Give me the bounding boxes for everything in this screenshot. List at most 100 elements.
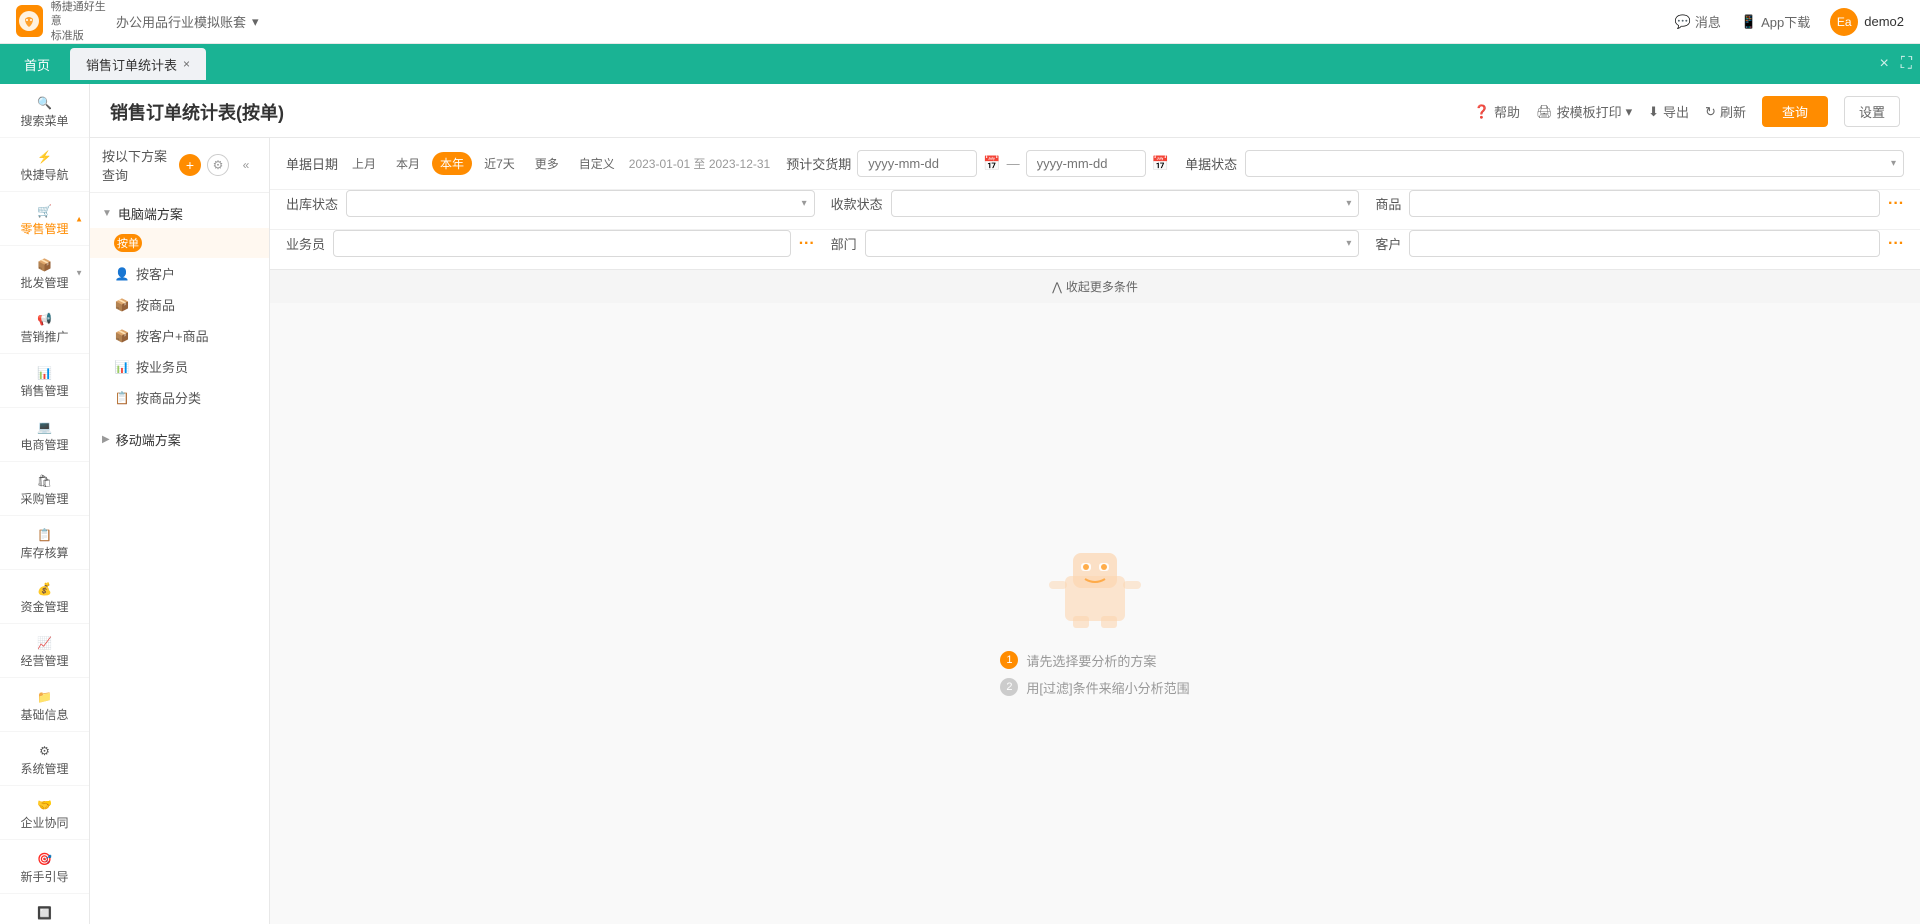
filter-row-2: 出库状态 ▾ 收款状态 [270,190,1920,230]
sidebar-item-appcenter[interactable]: 🔲 应用中心 [0,894,89,924]
query-btn[interactable]: 查询 [1762,96,1828,127]
scheme-settings-btn[interactable]: ⚙ [207,154,229,176]
dept-select-wrapper: ▾ [865,230,1360,257]
scheme-item-by-product[interactable]: 📦 按商品 [90,289,269,320]
sidebar-item-ecommerce[interactable]: 💻 电商管理 [0,408,89,462]
this-year-btn[interactable]: 本年 [432,152,472,175]
last-month-btn[interactable]: 上月 [344,152,384,175]
page-actions: ❓ 帮助 🖨 按模板打印 ▾ ⬇ 导出 ↻ 刷新 [1474,96,1900,127]
download-icon: 📱 [1741,14,1757,30]
sidebar-item-operations[interactable]: 📈 经营管理 [0,624,89,678]
tab-bar-right: × ⛶ [1879,55,1912,73]
this-month-btn[interactable]: 本月 [388,152,428,175]
collapse-more-btn[interactable]: ⋀ 收起更多条件 [270,270,1920,303]
mobile-scheme-header[interactable]: ▶ 移动端方案 [90,425,269,454]
system-icon: ⚙ [4,744,85,758]
sidebar-item-retail[interactable]: 🛒 零售管理 [0,192,89,246]
top-header: 畅捷通好生意 标准版 办公用品行业模拟账套 ▾ 💬 消息 📱 App下载 Ea … [0,0,1920,44]
product-input[interactable] [1409,190,1880,217]
more-date-btn[interactable]: 更多 [527,152,567,175]
print-arrow-icon: ▾ [1626,104,1633,120]
sidebar-label-wholesale: 批发管理 [4,274,85,291]
salesperson-input[interactable] [333,230,791,257]
app-download-btn[interactable]: 📱 App下载 [1741,12,1810,31]
salesperson-more-btn[interactable]: ··· [799,235,815,253]
help-btn[interactable]: ❓ 帮助 [1474,102,1520,121]
sidebar-item-sales[interactable]: 📊 销售管理 [0,354,89,408]
active-tab[interactable]: 销售订单统计表 × [70,48,206,80]
print-btn[interactable]: 🖨 按模板打印 ▾ [1536,102,1632,121]
sidebar-item-quicknav[interactable]: ⚡ 快捷导航 [0,138,89,192]
tip-number-2: 2 [1000,678,1018,696]
product-more-btn[interactable]: ··· [1888,195,1904,213]
sidebar-item-search[interactable]: 🔍 搜索菜单 [0,84,89,138]
sidebar: 🔍 搜索菜单 ⚡ 快捷导航 🛒 零售管理 📦 批发管理 📢 营销推广 📊 销售管… [0,84,90,924]
sidebar-label-retail: 零售管理 [4,220,85,237]
customer-scheme-label: 按客户 [136,264,175,283]
tab-expand-btn[interactable]: ⛶ [1901,55,1912,73]
split-container: 按以下方案查询 + ⚙ « ▼ 电脑端方案 [90,138,1920,924]
scheme-item-by-category[interactable]: 📋 按商品分类 [90,382,269,413]
sidebar-label-basic: 基础信息 [4,706,85,723]
category-scheme-label: 按商品分类 [136,388,201,407]
refresh-btn[interactable]: ↻ 刷新 [1705,102,1746,121]
header-right: 💬 消息 📱 App下载 Ea demo2 [1675,8,1904,36]
scheme-item-by-salesperson[interactable]: 📊 按业务员 [90,351,269,382]
expected-date-label: 预计交货期 [786,154,851,173]
sidebar-item-inventory[interactable]: 📋 库存核算 [0,516,89,570]
export-btn[interactable]: ⬇ 导出 [1648,102,1689,121]
sidebar-label-ecommerce: 电商管理 [4,436,85,453]
calendar-from-icon[interactable]: 📅 [983,155,1000,172]
purchase-icon: 🛍 [4,474,85,488]
sidebar-label-enterprise: 企业协同 [4,814,85,831]
desktop-scheme-header[interactable]: ▼ 电脑端方案 [90,199,269,228]
sidebar-item-enterprise[interactable]: 🤝 企业协同 [0,786,89,840]
customer-input[interactable] [1409,230,1880,257]
payment-status-select[interactable] [891,190,1360,217]
wholesale-icon: 📦 [4,258,85,272]
expected-date-from[interactable] [857,150,977,177]
sidebar-item-newbie[interactable]: 🎯 新手引导 [0,840,89,894]
collapse-arrow-icon: ⋀ [1052,280,1062,294]
calendar-to-icon[interactable]: 📅 [1152,155,1169,172]
scheme-add-btn[interactable]: + [179,154,201,176]
tab-close-btn[interactable]: × [183,57,190,71]
print-icon: 🖨 [1536,104,1553,120]
breadcrumb-area: 办公用品行业模拟账套 ▾ [106,12,1675,31]
sidebar-item-marketing[interactable]: 📢 营销推广 [0,300,89,354]
scheme-item-by-order[interactable]: 按单 [90,228,269,258]
sidebar-item-purchase[interactable]: 🛍 采购管理 [0,462,89,516]
enterprise-icon: 🤝 [4,798,85,812]
user-area[interactable]: Ea demo2 [1830,8,1904,36]
last7days-btn[interactable]: 近7天 [476,152,523,175]
settings-btn[interactable]: 设置 [1844,96,1900,127]
home-tab[interactable]: 首页 [8,48,66,80]
section-arrow-icon: ▼ [102,208,112,219]
sidebar-item-wholesale[interactable]: 📦 批发管理 [0,246,89,300]
sidebar-item-finance[interactable]: 💰 资金管理 [0,570,89,624]
sidebar-label-operations: 经营管理 [4,652,85,669]
expected-date-to[interactable] [1026,150,1146,177]
logo-icon [16,5,43,37]
custom-date-btn[interactable]: 自定义 [571,152,623,175]
breadcrumb-arrow-icon: ▾ [252,14,259,30]
scheme-collapse-btn[interactable]: « [235,154,257,176]
scheme-item-by-customer[interactable]: 👤 按客户 [90,258,269,289]
sales-icon: 📊 [4,366,85,380]
page-header: 销售订单统计表(按单) ❓ 帮助 🖨 按模板打印 ▾ ⬇ 导出 [90,84,1920,138]
ship-status-select[interactable] [346,190,815,217]
dept-group: 部门 ▾ [831,230,1360,257]
sidebar-item-system[interactable]: ⚙ 系统管理 [0,732,89,786]
customer-more-btn[interactable]: ··· [1888,235,1904,253]
sidebar-item-basic[interactable]: 📁 基础信息 [0,678,89,732]
dept-select[interactable] [865,230,1360,257]
message-btn[interactable]: 💬 消息 [1675,12,1721,31]
doc-status-select-wrapper: ▾ [1245,150,1904,177]
desktop-scheme-label: 电脑端方案 [118,204,183,223]
expected-date-group: 预计交货期 📅 — 📅 [786,150,1169,177]
tab-minimize-btn[interactable]: × [1879,55,1888,73]
empty-tip-2: 2 用[过滤]条件来缩小分析范围 [1000,678,1189,697]
doc-status-select[interactable] [1245,150,1904,177]
scheme-header: 按以下方案查询 + ⚙ « [90,138,269,193]
scheme-item-by-customer-product[interactable]: 📦 按客户+商品 [90,320,269,351]
